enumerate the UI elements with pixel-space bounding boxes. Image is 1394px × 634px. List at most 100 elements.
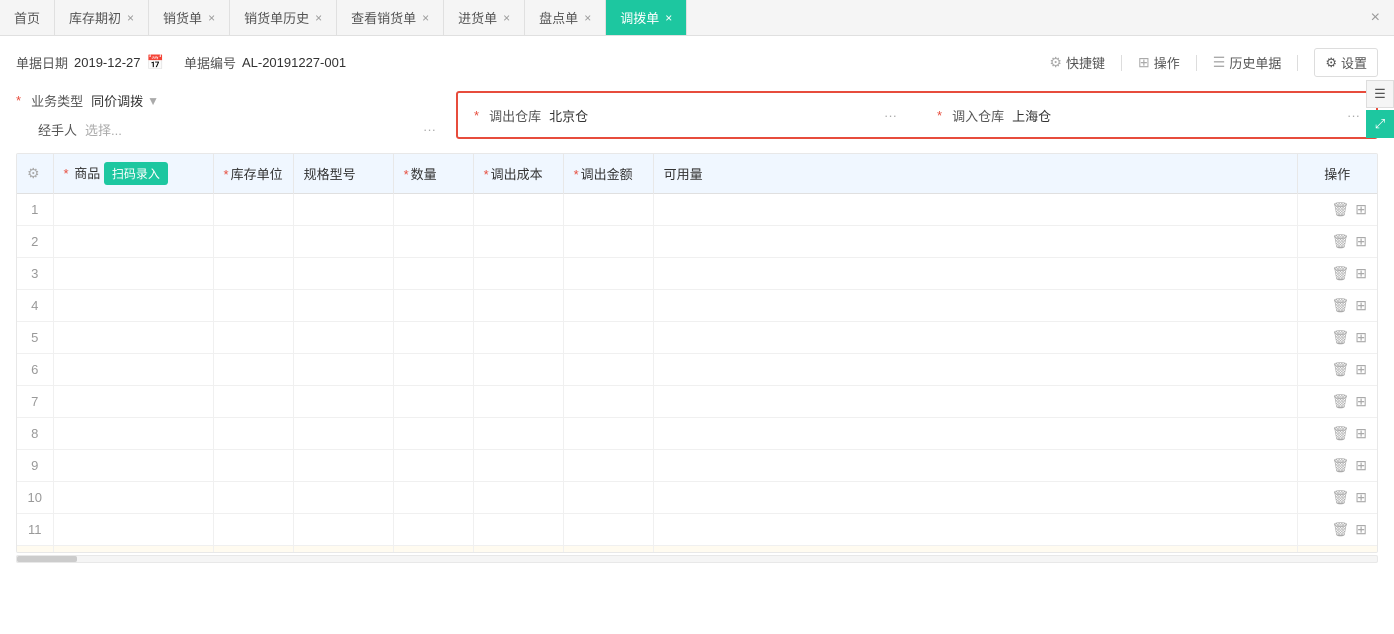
row-4-unit[interactable] (213, 290, 293, 322)
shortcut-key-button[interactable]: ⚙ 快捷键 (1049, 53, 1105, 72)
copy-icon-9[interactable]: ⊞ (1355, 457, 1367, 474)
tab-inventory-init-close[interactable]: × (127, 11, 134, 25)
row-10-qty[interactable] (393, 482, 473, 514)
copy-icon-11[interactable]: ⊞ (1355, 521, 1367, 538)
row-10-unit[interactable] (213, 482, 293, 514)
row-11-unit[interactable] (213, 514, 293, 546)
row-8-unit[interactable] (213, 418, 293, 450)
delete-icon-5[interactable]: 🗑 (1331, 329, 1349, 346)
row-4-cost[interactable] (473, 290, 563, 322)
tab-sales[interactable]: 销货单 × (149, 0, 230, 35)
row-5-available[interactable] (653, 322, 1297, 354)
row-6-qty[interactable] (393, 354, 473, 386)
row-4-qty[interactable] (393, 290, 473, 322)
row-10-spec[interactable] (293, 482, 393, 514)
row-11-product[interactable] (53, 514, 213, 546)
row-4-amount[interactable] (563, 290, 653, 322)
row-9-product[interactable] (53, 450, 213, 482)
sidebar-list-icon[interactable]: ☰ (1366, 80, 1394, 108)
row-3-available[interactable] (653, 258, 1297, 290)
row-2-amount[interactable] (563, 226, 653, 258)
row-7-cost[interactable] (473, 386, 563, 418)
row-1-amount[interactable] (563, 194, 653, 226)
delete-icon-3[interactable]: 🗑 (1331, 265, 1349, 282)
window-close-button[interactable]: × (1357, 9, 1394, 27)
copy-icon-5[interactable]: ⊞ (1355, 329, 1367, 346)
row-1-cost[interactable] (473, 194, 563, 226)
tab-view-sales[interactable]: 查看销货单 × (337, 0, 444, 35)
row-6-available[interactable] (653, 354, 1297, 386)
business-type-select[interactable]: 同价调拨 ▼ (91, 91, 436, 110)
in-warehouse-dots[interactable]: ··· (1347, 108, 1360, 123)
copy-icon-6[interactable]: ⊞ (1355, 361, 1367, 378)
sidebar-expand-icon[interactable]: ⤢ (1366, 110, 1394, 138)
history-button[interactable]: ☰ 历史单据 (1213, 53, 1282, 72)
row-1-available[interactable] (653, 194, 1297, 226)
row-3-amount[interactable] (563, 258, 653, 290)
row-1-spec[interactable] (293, 194, 393, 226)
row-8-qty[interactable] (393, 418, 473, 450)
row-7-amount[interactable] (563, 386, 653, 418)
settings-button[interactable]: ⚙ 设置 (1314, 48, 1378, 77)
row-8-spec[interactable] (293, 418, 393, 450)
delete-icon-4[interactable]: 🗑 (1331, 297, 1349, 314)
row-9-cost[interactable] (473, 450, 563, 482)
tab-home[interactable]: 首页 (0, 0, 55, 35)
row-8-cost[interactable] (473, 418, 563, 450)
row-3-unit[interactable] (213, 258, 293, 290)
calendar-icon[interactable]: 📅 (147, 54, 164, 71)
delete-icon-8[interactable]: 🗑 (1331, 425, 1349, 442)
row-8-available[interactable] (653, 418, 1297, 450)
operations-button[interactable]: ⊞ 操作 (1138, 53, 1180, 72)
tab-purchase[interactable]: 进货单 × (444, 0, 525, 35)
row-5-qty[interactable] (393, 322, 473, 354)
horizontal-scrollbar[interactable] (16, 555, 1378, 563)
row-1-unit[interactable] (213, 194, 293, 226)
row-9-qty[interactable] (393, 450, 473, 482)
row-10-available[interactable] (653, 482, 1297, 514)
row-6-product[interactable] (53, 354, 213, 386)
tab-transfer[interactable]: 调拨单 × (606, 0, 687, 35)
scan-input-button[interactable]: 扫码录入 (104, 162, 168, 185)
row-11-cost[interactable] (473, 514, 563, 546)
row-9-spec[interactable] (293, 450, 393, 482)
tab-sales-history[interactable]: 销货单历史 × (230, 0, 337, 35)
row-7-product[interactable] (53, 386, 213, 418)
copy-icon-1[interactable]: ⊞ (1355, 201, 1367, 218)
row-2-unit[interactable] (213, 226, 293, 258)
row-5-product[interactable] (53, 322, 213, 354)
tab-stocktake[interactable]: 盘点单 × (525, 0, 606, 35)
row-11-qty[interactable] (393, 514, 473, 546)
delete-icon-6[interactable]: 🗑 (1331, 361, 1349, 378)
delete-icon-10[interactable]: 🗑 (1331, 489, 1349, 506)
out-warehouse-dots[interactable]: ··· (884, 108, 897, 123)
row-9-available[interactable] (653, 450, 1297, 482)
row-5-cost[interactable] (473, 322, 563, 354)
row-11-available[interactable] (653, 514, 1297, 546)
row-4-available[interactable] (653, 290, 1297, 322)
row-3-product[interactable] (53, 258, 213, 290)
settings-gear-icon[interactable]: ⚙ (27, 165, 40, 181)
tab-sales-close[interactable]: × (208, 11, 215, 25)
copy-icon-2[interactable]: ⊞ (1355, 233, 1367, 250)
delete-icon-11[interactable]: 🗑 (1331, 521, 1349, 538)
row-11-spec[interactable] (293, 514, 393, 546)
row-6-amount[interactable] (563, 354, 653, 386)
tab-inventory-init[interactable]: 库存期初 × (55, 0, 149, 35)
row-10-cost[interactable] (473, 482, 563, 514)
row-5-amount[interactable] (563, 322, 653, 354)
row-10-product[interactable] (53, 482, 213, 514)
row-4-spec[interactable] (293, 290, 393, 322)
copy-icon-7[interactable]: ⊞ (1355, 393, 1367, 410)
copy-icon-4[interactable]: ⊞ (1355, 297, 1367, 314)
delete-icon-9[interactable]: 🗑 (1331, 457, 1349, 474)
row-3-cost[interactable] (473, 258, 563, 290)
row-6-unit[interactable] (213, 354, 293, 386)
row-1-qty[interactable] (393, 194, 473, 226)
tab-view-sales-close[interactable]: × (422, 11, 429, 25)
row-8-product[interactable] (53, 418, 213, 450)
tab-sales-history-close[interactable]: × (315, 11, 322, 25)
row-10-amount[interactable] (563, 482, 653, 514)
row-7-spec[interactable] (293, 386, 393, 418)
row-1-product[interactable] (53, 194, 213, 226)
